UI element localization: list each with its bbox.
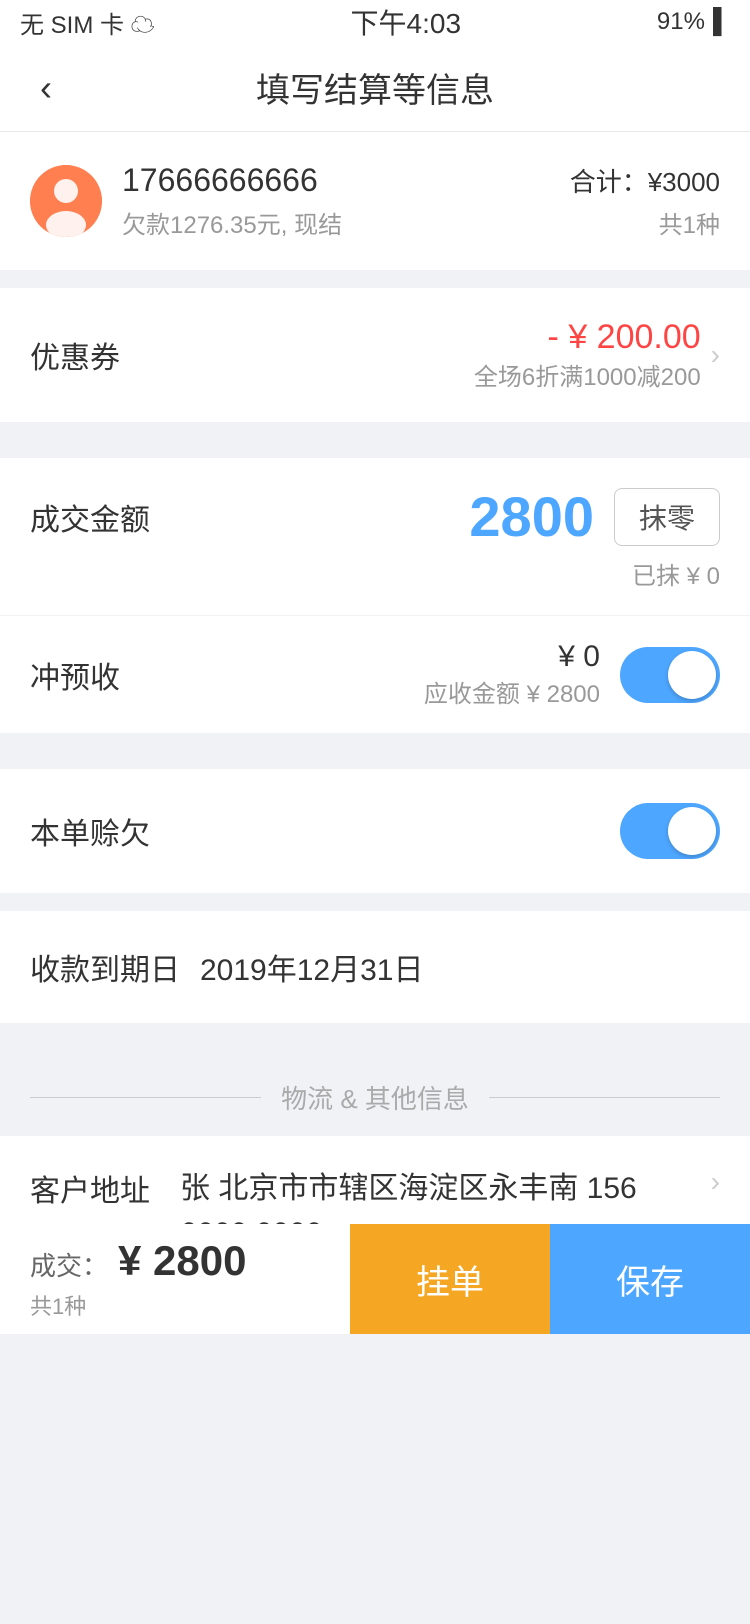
due-date-value: 2019年12月31日 <box>200 945 423 989</box>
summary-count: 共1种 <box>30 1289 320 1321</box>
back-button[interactable]: ‹ <box>30 57 62 119</box>
section-divider-3 <box>0 1041 750 1059</box>
due-label: 收款到期日 <box>30 945 180 989</box>
prepay-label: 冲预收 <box>30 653 120 697</box>
battery-text: 91% <box>657 8 705 36</box>
prepay-row: 冲预收 ¥ 0 应收金额 ¥ 2800 <box>0 615 750 733</box>
customer-card: 17666666666 欠款1276.35元, 现结 合计：¥3000 共1种 <box>0 132 750 270</box>
customer-debt: 欠款1276.35元, 现结 <box>122 205 342 240</box>
debt-label: 本单赊欠 <box>30 809 150 853</box>
signal-text: 无 SIM 卡 ☁ <box>20 5 155 40</box>
address-chevron-icon: › <box>711 1166 720 1198</box>
amount-label: 成交金额 <box>30 495 150 539</box>
nav-bar: ‹ 填写结算等信息 <box>0 44 750 132</box>
header-line-right <box>489 1097 720 1098</box>
customer-left: 17666666666 欠款1276.35元, 现结 <box>30 162 342 240</box>
logistics-header: 物流 & 其他信息 <box>0 1059 750 1136</box>
due-date-row: 收款到期日 2019年12月31日 <box>0 911 750 1023</box>
status-bar: 无 SIM 卡 ☁ 下午4:03 91% ▌ <box>0 0 750 44</box>
bottom-bar: 成交： ¥ 2800 共1种 挂单 保存 <box>0 1224 750 1334</box>
debt-toggle-knob <box>668 807 716 855</box>
content: 17666666666 欠款1276.35元, 现结 合计：¥3000 共1种 … <box>0 132 750 1624</box>
coupon-discount: - ¥ 200.00 <box>474 318 701 357</box>
customer-phone: 17666666666 <box>122 162 342 199</box>
bottom-summary-top: 成交： ¥ 2800 <box>30 1237 320 1285</box>
prepay-right: ¥ 0 应收金额 ¥ 2800 <box>424 640 720 709</box>
total-count: 共1种 <box>570 205 720 240</box>
bottom-space <box>0 1304 750 1504</box>
toggle-knob <box>668 651 716 699</box>
header-line-left <box>30 1097 261 1098</box>
hang-button[interactable]: 挂单 <box>350 1224 550 1334</box>
prepay-toggle[interactable] <box>620 647 720 703</box>
prepay-amount: ¥ 0 <box>424 640 600 674</box>
chevron-right-icon: › <box>711 339 720 371</box>
coupon-row[interactable]: 优惠券 - ¥ 200.00 全场6折满1000减200 › <box>0 288 750 422</box>
total-label: 合计：¥3000 <box>570 162 720 199</box>
save-button[interactable]: 保存 <box>550 1224 750 1334</box>
avatar <box>30 165 102 237</box>
status-left: 无 SIM 卡 ☁ <box>20 5 155 40</box>
status-time: 下午4:03 <box>351 2 462 42</box>
round-button[interactable]: 抹零 <box>614 488 720 546</box>
section-divider-2 <box>0 751 750 769</box>
coupon-desc: 全场6折满1000减200 <box>474 357 701 392</box>
customer-right: 合计：¥3000 共1种 <box>570 162 720 240</box>
customer-info: 17666666666 欠款1276.35元, 现结 <box>122 162 342 240</box>
amount-sub: 已抹 ¥ 0 <box>0 556 750 615</box>
page-title: 填写结算等信息 <box>256 63 494 112</box>
debt-toggle[interactable] <box>620 803 720 859</box>
summary-label: 成交： <box>30 1246 108 1283</box>
coupon-label: 优惠券 <box>30 333 120 377</box>
logistics-header-text: 物流 & 其他信息 <box>281 1079 469 1116</box>
bottom-summary: 成交： ¥ 2800 共1种 <box>0 1237 350 1321</box>
prepay-amount-block: ¥ 0 应收金额 ¥ 2800 <box>424 640 600 709</box>
battery-icon: ▌ <box>713 8 730 36</box>
prepay-sub: 应收金额 ¥ 2800 <box>424 674 600 709</box>
status-right: 91% ▌ <box>657 8 730 36</box>
amount-section: 成交金额 2800 抹零 已抹 ¥ 0 冲预收 ¥ 0 应收金额 ¥ 2800 <box>0 458 750 733</box>
debt-row: 本单赊欠 <box>0 769 750 893</box>
section-divider-1 <box>0 440 750 458</box>
coupon-right: - ¥ 200.00 全场6折满1000减200 › <box>474 318 720 392</box>
amount-right: 2800 抹零 <box>469 488 720 546</box>
amount-row: 成交金额 2800 抹零 <box>0 458 750 556</box>
address-label: 客户地址 <box>30 1166 150 1210</box>
amount-value: 2800 <box>469 489 594 545</box>
summary-amount: ¥ 2800 <box>118 1237 246 1285</box>
